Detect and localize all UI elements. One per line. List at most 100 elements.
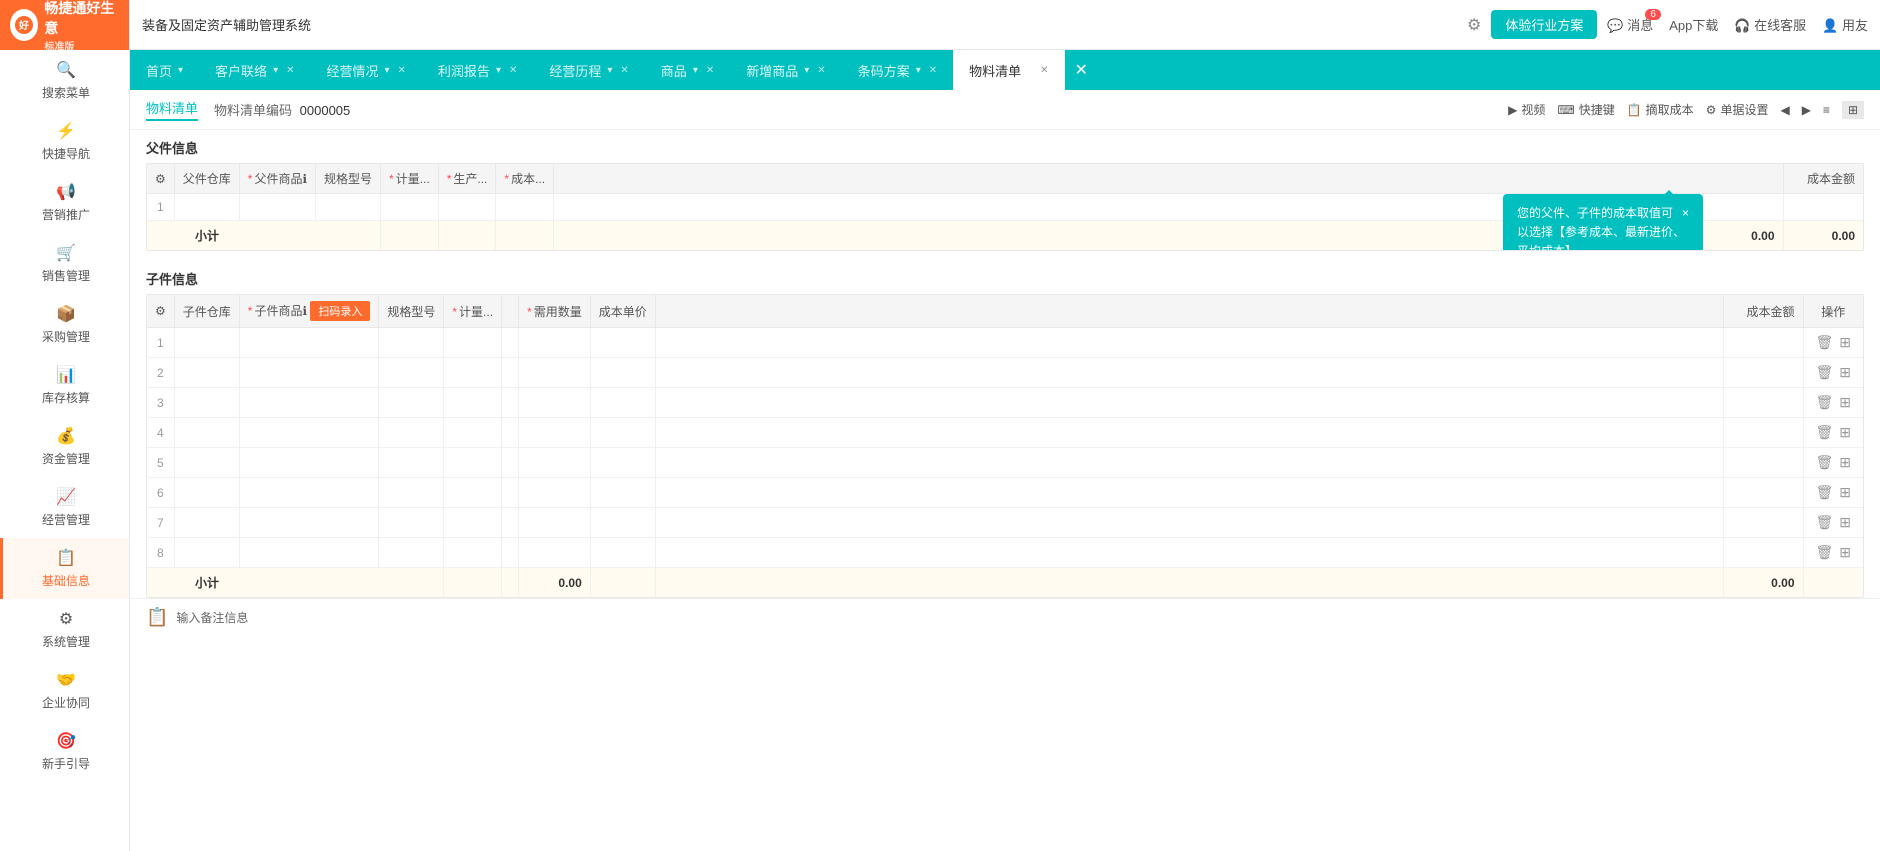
child-cell-warehouse[interactable] [174, 448, 239, 478]
online-service-link[interactable]: 🎧 在线客服 [1734, 15, 1806, 34]
nav-tab-商品[interactable]: 商品▾✕ [645, 50, 730, 90]
child-cell-spec[interactable] [379, 328, 444, 358]
sidebar-item-库存核算[interactable]: 📊库存核算 [0, 355, 129, 416]
child-cell-warehouse[interactable] [174, 388, 239, 418]
child-cell-needed[interactable] [519, 418, 591, 448]
close-all-tabs-button[interactable]: ✕ [1065, 50, 1098, 90]
child-cell-qty[interactable] [444, 328, 502, 358]
child-cell-warehouse[interactable] [174, 358, 239, 388]
nav-tab-物料清单[interactable]: 物料清单▾✕ [953, 50, 1064, 90]
sidebar-item-基础信息[interactable]: 📋基础信息 [0, 538, 129, 599]
nav-tab-经营历程[interactable]: 经营历程▾✕ [533, 50, 644, 90]
sidebar-item-资金管理[interactable]: 💰资金管理 [0, 416, 129, 477]
sub-tab-material-list[interactable]: 物料清单 [146, 98, 198, 121]
copy-row-icon[interactable]: ⊞ [1839, 484, 1851, 501]
child-cell-warehouse[interactable] [174, 508, 239, 538]
delete-row-icon[interactable]: 🗑 [1815, 334, 1833, 351]
child-cell-spec[interactable] [379, 388, 444, 418]
tab-close-icon[interactable]: ✕ [1040, 65, 1048, 76]
parent-cell-cost[interactable] [496, 194, 554, 221]
child-cell-qty[interactable] [444, 538, 502, 568]
child-cell-warehouse[interactable] [174, 418, 239, 448]
child-cell-spec[interactable] [379, 448, 444, 478]
child-cell-qty[interactable] [444, 388, 502, 418]
doc-settings-button[interactable]: ⚙ 单据设置 [1706, 101, 1769, 118]
nav-prev-button[interactable]: ◀ [1780, 103, 1789, 117]
child-cell-cost-price[interactable] [590, 508, 655, 538]
child-cell-spec[interactable] [379, 358, 444, 388]
message-badge[interactable]: 💬 6 消息 [1607, 15, 1653, 34]
sidebar-item-采购管理[interactable]: 📦采购管理 [0, 294, 129, 355]
sidebar-item-快捷导航[interactable]: ⚡快捷导航 [0, 111, 129, 172]
child-cell-cost-price[interactable] [590, 418, 655, 448]
user-avatar[interactable]: 👤 用友 [1822, 15, 1868, 34]
child-cell-needed[interactable] [519, 478, 591, 508]
child-cell-cost-price[interactable] [590, 388, 655, 418]
child-col-settings[interactable]: ⚙ [147, 295, 174, 328]
child-cell-product[interactable] [239, 538, 379, 568]
grid-view-button[interactable]: ≡ [1823, 103, 1830, 117]
tab-close-icon[interactable]: ✕ [929, 65, 937, 76]
sidebar-item-新手引导[interactable]: 🎯新手引导 [0, 721, 129, 782]
expand-button[interactable]: ⊞ [1842, 101, 1864, 119]
delete-row-icon[interactable]: 🗑 [1815, 454, 1833, 471]
nav-tab-条码方案[interactable]: 条码方案▾✕ [842, 50, 953, 90]
sidebar-item-企业协同[interactable]: 🤝企业协同 [0, 660, 129, 721]
child-cell-cost-price[interactable] [590, 448, 655, 478]
parent-col-settings[interactable]: ⚙ [147, 164, 174, 194]
child-cell-product[interactable] [239, 478, 379, 508]
tab-close-icon[interactable]: ✕ [817, 65, 825, 76]
tab-close-icon[interactable]: ✕ [706, 65, 714, 76]
copy-row-icon[interactable]: ⊞ [1839, 424, 1851, 441]
nav-tab-客户联络[interactable]: 客户联络▾✕ [199, 50, 310, 90]
child-cell-cost-price[interactable] [590, 478, 655, 508]
child-cell-cost-price[interactable] [590, 538, 655, 568]
child-cell-qty[interactable] [444, 358, 502, 388]
sidebar-item-销售管理[interactable]: 🛒销售管理 [0, 233, 129, 294]
child-cell-spec[interactable] [379, 538, 444, 568]
child-cell-qty[interactable] [444, 418, 502, 448]
child-cell-product[interactable] [239, 508, 379, 538]
copy-row-icon[interactable]: ⊞ [1839, 454, 1851, 471]
extract-cost-button[interactable]: 📋 摘取成本 [1627, 101, 1694, 118]
tab-close-icon[interactable]: ✕ [398, 65, 406, 76]
delete-row-icon[interactable]: 🗑 [1815, 514, 1833, 531]
child-cell-needed[interactable] [519, 328, 591, 358]
child-cell-product[interactable] [239, 358, 379, 388]
child-cell-spec[interactable] [379, 508, 444, 538]
copy-row-icon[interactable]: ⊞ [1839, 334, 1851, 351]
tab-close-icon[interactable]: ✕ [620, 65, 628, 76]
delete-row-icon[interactable]: 🗑 [1815, 484, 1833, 501]
parent-cell-product[interactable] [239, 194, 315, 221]
child-cell-warehouse[interactable] [174, 328, 239, 358]
nav-next-button[interactable]: ▶ [1802, 103, 1811, 117]
child-cell-needed[interactable] [519, 448, 591, 478]
scan-input-button[interactable]: 扫码录入 [310, 301, 370, 321]
nav-tab-新增商品[interactable]: 新增商品▾✕ [730, 50, 841, 90]
parent-cell-warehouse[interactable] [174, 194, 239, 221]
copy-row-icon[interactable]: ⊞ [1839, 364, 1851, 381]
child-cell-warehouse[interactable] [174, 478, 239, 508]
child-cell-cost-price[interactable] [590, 328, 655, 358]
parent-cell-qty[interactable] [381, 194, 439, 221]
copy-row-icon[interactable]: ⊞ [1839, 514, 1851, 531]
tab-close-icon[interactable]: ✕ [286, 65, 294, 76]
copy-row-icon[interactable]: ⊞ [1839, 394, 1851, 411]
nav-tab-首页[interactable]: 首页▾ [130, 50, 199, 90]
delete-row-icon[interactable]: 🗑 [1815, 424, 1833, 441]
parent-cell-spec[interactable] [316, 194, 381, 221]
child-cell-product[interactable] [239, 448, 379, 478]
child-cell-warehouse[interactable] [174, 538, 239, 568]
gear-icon[interactable]: ⚙ [1467, 15, 1481, 35]
child-cell-needed[interactable] [519, 538, 591, 568]
delete-row-icon[interactable]: 🗑 [1815, 544, 1833, 561]
child-cell-spec[interactable] [379, 418, 444, 448]
tooltip-close-button[interactable]: × [1682, 204, 1689, 223]
child-cell-product[interactable] [239, 388, 379, 418]
delete-row-icon[interactable]: 🗑 [1815, 394, 1833, 411]
child-cell-qty[interactable] [444, 448, 502, 478]
sidebar-item-经营管理[interactable]: 📈经营管理 [0, 477, 129, 538]
child-cell-product[interactable] [239, 418, 379, 448]
trial-button[interactable]: 体验行业方案 [1491, 10, 1597, 39]
shortcut-button[interactable]: ⌨ 快捷键 [1557, 101, 1614, 118]
